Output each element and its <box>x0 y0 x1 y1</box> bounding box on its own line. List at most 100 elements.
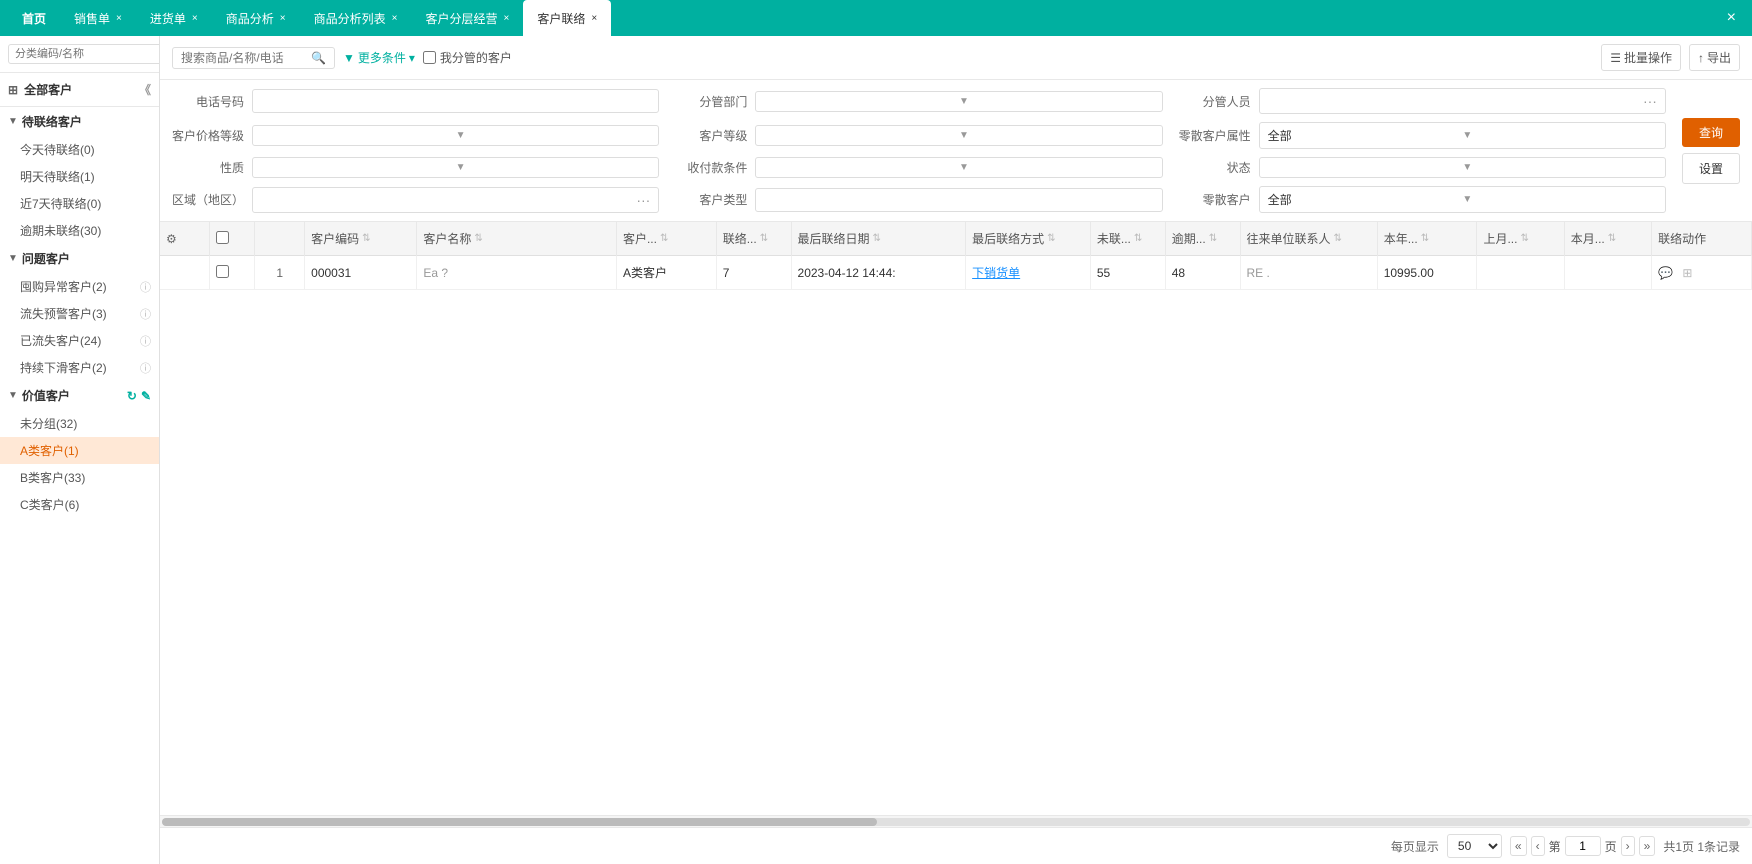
sidebar-item-囤购异常客户(2)[interactable]: 囤购异常客户(2)ⓘ <box>0 273 159 300</box>
first-page-button[interactable]: « <box>1510 836 1527 856</box>
sidebar-all-customers[interactable]: ⊞ 全部客户 《 <box>0 73 159 107</box>
horizontal-scrollbar[interactable] <box>160 815 1752 827</box>
export-button[interactable]: ↑ 导出 <box>1689 44 1740 71</box>
nav-item-客户联络[interactable]: 客户联络× <box>523 0 611 36</box>
sidebar-item-A类客户(1)[interactable]: A类客户(1) <box>0 437 159 464</box>
sidebar-item-逾期未联络(30)[interactable]: 逾期未联络(30) <box>0 217 159 244</box>
nav-item-商品分析[interactable]: 商品分析× <box>212 0 300 36</box>
query-button[interactable]: 查询 <box>1682 118 1740 147</box>
col-settings[interactable]: ⚙ <box>160 222 210 256</box>
col-unit-contact[interactable]: 往来单位联系人⇅ <box>1240 222 1377 256</box>
row-action-icon1[interactable]: 💬 <box>1658 266 1673 280</box>
my-customers-checkbox[interactable] <box>423 51 436 64</box>
select-all-checkbox[interactable] <box>216 231 229 244</box>
col-name[interactable]: 客户名称⇅ <box>417 222 617 256</box>
close-all-button[interactable]: × <box>1719 9 1744 27</box>
nav-close-商品分析[interactable]: × <box>280 13 286 24</box>
info-icon[interactable]: ⓘ <box>140 360 151 376</box>
col-code[interactable]: 客户编码⇅ <box>305 222 417 256</box>
col-checkbox[interactable] <box>210 222 255 256</box>
filter-search-icon[interactable]: 🔍 <box>311 51 326 65</box>
nav-item-客户分层经营[interactable]: 客户分层经营× <box>411 0 523 36</box>
nav-close-客户分层经营[interactable]: × <box>503 13 509 24</box>
row-checkbox-cell[interactable] <box>210 256 255 290</box>
sidebar-section-问题客户[interactable]: ▼问题客户 <box>0 244 159 273</box>
sidebar-collapse-button[interactable]: 《 <box>139 81 151 98</box>
refresh-icon[interactable]: ↻ <box>127 389 137 403</box>
row-checkbox[interactable] <box>216 265 229 278</box>
sidebar-section-价值客户[interactable]: ▼价值客户 ↻ ✎ <box>0 381 159 410</box>
nav-item-销售单[interactable]: 销售单× <box>60 0 136 36</box>
col-type[interactable]: 客户...⇅ <box>616 222 716 256</box>
sidebar-item-流失预警客户(3)[interactable]: 流失预警客户(3)ⓘ <box>0 300 159 327</box>
col-last-method[interactable]: 最后联络方式⇅ <box>966 222 1091 256</box>
scrollbar-thumb[interactable] <box>162 818 877 826</box>
filter-manager-dots[interactable]: ··· <box>1643 93 1657 109</box>
filter-search-input[interactable] <box>181 51 311 65</box>
nav-close-销售单[interactable]: × <box>116 13 122 24</box>
filter-manager-select[interactable]: ··· <box>1259 88 1666 114</box>
sidebar-item-未分组(32)[interactable]: 未分组(32) <box>0 410 159 437</box>
row-action-icon2[interactable]: ⊞ <box>1682 266 1692 280</box>
batch-op-button[interactable]: ☰ 批量操作 <box>1601 44 1681 71</box>
my-customers-checkbox-area[interactable]: 我分管的客户 <box>423 49 512 66</box>
filter-row-3: 性质 ▼ 收付款条件 ▼ <box>172 157 1666 178</box>
edit-icon[interactable]: ✎ <box>141 389 151 403</box>
col-overdue[interactable]: 逾期...⇅ <box>1165 222 1240 256</box>
page-size-select[interactable]: 50 100 <box>1447 834 1502 858</box>
col-name-sort: ⇅ <box>474 233 482 244</box>
nav-close-进货单[interactable]: × <box>192 13 198 24</box>
info-icon[interactable]: ⓘ <box>140 279 151 295</box>
sidebar-section-待联络客户[interactable]: ▼待联络客户 <box>0 107 159 136</box>
sidebar-item-C类客户(6)[interactable]: C类客户(6) <box>0 491 159 518</box>
filter-nature-select[interactable]: ▼ <box>252 157 659 178</box>
col-no-contact[interactable]: 未联...⇅ <box>1090 222 1165 256</box>
nav-close-商品分析列表[interactable]: × <box>392 13 398 24</box>
sidebar-item-已流失客户(24)[interactable]: 已流失客户(24) ⓘ <box>0 327 159 354</box>
filter-retail-select[interactable]: 全部 ▼ <box>1259 186 1666 213</box>
nav-item-进货单[interactable]: 进货单× <box>136 0 212 36</box>
last-page-button[interactable]: » <box>1639 836 1656 856</box>
col-last-month[interactable]: 上月...⇅ <box>1477 222 1564 256</box>
filter-customer-type-input[interactable] <box>755 188 1162 212</box>
sidebar-item-label: 已流失客户(24) <box>20 332 101 349</box>
info-icon[interactable]: ⓘ <box>140 333 151 349</box>
next-page-button[interactable]: › <box>1621 836 1635 856</box>
filter-payment-select[interactable]: ▼ <box>755 157 1162 178</box>
filter-row-2: 客户价格等级 ▼ 客户等级 ▼ <box>172 122 1666 149</box>
row-last-method-link[interactable]: 下销货单 <box>972 266 1020 280</box>
col-overdue-sort: ⇅ <box>1209 233 1217 244</box>
sidebar-search-input[interactable] <box>8 44 160 64</box>
filter-customer-level-select[interactable]: ▼ <box>755 125 1162 146</box>
col-contact[interactable]: 联络...⇅ <box>716 222 791 256</box>
prev-page-button[interactable]: ‹ <box>1531 836 1545 856</box>
filter-customer-level-label: 客户等级 <box>675 127 755 144</box>
filter-retail-attr-select[interactable]: 全部 ▼ <box>1259 122 1666 149</box>
bottom-bar: 每页显示 50 100 « ‹ 第 页 › » 共1页 1条记录 <box>160 827 1752 864</box>
nav-close-客户联络[interactable]: × <box>591 13 597 24</box>
info-icon[interactable]: ⓘ <box>140 306 151 322</box>
row-name-cell: Ea ? <box>417 256 617 290</box>
sidebar-item-label: 持续下滑客户(2) <box>20 359 107 376</box>
filter-region-select[interactable]: ··· <box>252 187 659 213</box>
filter-price-level-select[interactable]: ▼ <box>252 125 659 146</box>
nav-item-商品分析列表[interactable]: 商品分析列表× <box>300 0 412 36</box>
filter-region-dots[interactable]: ··· <box>636 192 650 208</box>
col-this-month[interactable]: 本月...⇅ <box>1564 222 1651 256</box>
sidebar-item-明天待联络(1)[interactable]: 明天待联络(1) <box>0 163 159 190</box>
sidebar-item-B类客户(33)[interactable]: B类客户(33) <box>0 464 159 491</box>
sidebar-item-今天待联络(0)[interactable]: 今天待联络(0) <box>0 136 159 163</box>
page-number-input[interactable] <box>1565 836 1601 856</box>
filter-status-select[interactable]: ▼ <box>1259 157 1666 178</box>
col-this-year[interactable]: 本年...⇅ <box>1377 222 1477 256</box>
settings-button[interactable]: 设置 <box>1682 153 1740 184</box>
filter-dept-select[interactable]: ▼ <box>755 91 1162 112</box>
filter-more-button[interactable]: ▼ 更多条件 ▾ <box>343 49 415 66</box>
sidebar-item-近7天待联络(0)[interactable]: 近7天待联络(0) <box>0 190 159 217</box>
col-last-date[interactable]: 最后联络日期⇅ <box>791 222 966 256</box>
settings-gear-icon[interactable]: ⚙ <box>166 232 177 246</box>
sidebar-item-持续下滑客户(2)[interactable]: 持续下滑客户(2) ⓘ <box>0 354 159 381</box>
row-last-method-cell[interactable]: 下销货单 <box>966 256 1091 290</box>
filter-phone-input[interactable] <box>252 89 659 113</box>
nav-item-首页[interactable]: 首页 <box>8 0 60 36</box>
